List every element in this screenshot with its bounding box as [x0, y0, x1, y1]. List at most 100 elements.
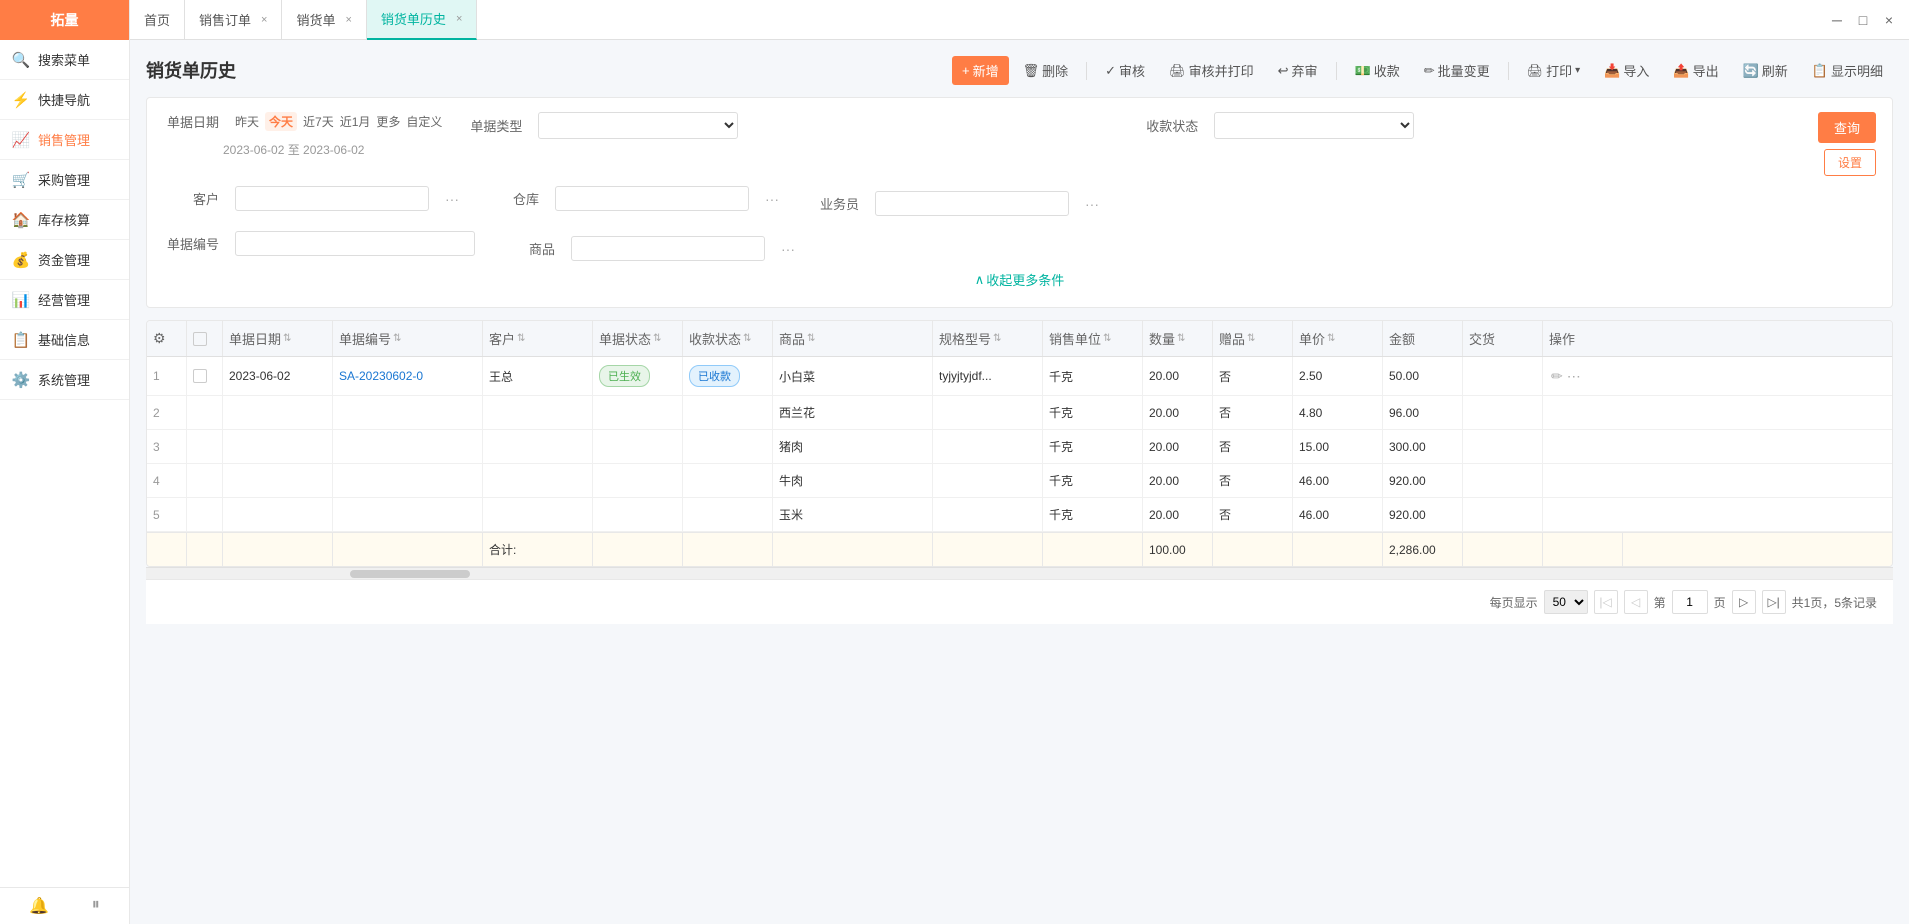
goods-dots[interactable]: ···: [781, 241, 795, 257]
print-button[interactable]: 🖨 打印 ▾: [1517, 56, 1591, 85]
tab-home[interactable]: 首页: [130, 0, 185, 40]
salesperson-input[interactable]: [875, 191, 1069, 216]
td-sales-unit-5: 千克: [1043, 498, 1143, 531]
sidebar-footer-icon-left[interactable]: 🔔: [29, 896, 49, 916]
sort-sales-unit-icon[interactable]: ⇅: [1103, 333, 1111, 344]
th-checkbox[interactable]: [187, 321, 223, 356]
th-customer[interactable]: 客户 ⇅: [483, 321, 593, 356]
collapse-button[interactable]: ∧ 收起更多条件: [975, 270, 1065, 289]
sidebar-item-finance[interactable]: 💰 资金管理: [0, 240, 129, 280]
date-custom[interactable]: 自定义: [406, 113, 442, 130]
first-page-button[interactable]: |◁: [1594, 590, 1618, 614]
close-button[interactable]: ×: [1877, 8, 1901, 32]
audit-print-button[interactable]: 🖨 审核并打印: [1159, 56, 1264, 85]
sidebar-item-search-menu[interactable]: 🔍 搜索菜单: [0, 40, 129, 80]
date-today[interactable]: 今天: [265, 112, 297, 131]
th-doc-date[interactable]: 单据日期 ⇅: [223, 321, 333, 356]
td-checkbox-3[interactable]: [187, 430, 223, 463]
filter-settings-button[interactable]: 设置: [1824, 149, 1876, 176]
th-spec[interactable]: 规格型号 ⇅: [933, 321, 1043, 356]
sidebar-item-quick-nav[interactable]: ⚡ 快捷导航: [0, 80, 129, 120]
customer-input[interactable]: [235, 186, 429, 211]
tab-sales-delivery-close[interactable]: ×: [345, 14, 351, 26]
batch-change-button[interactable]: ✏ 批量变更: [1414, 56, 1500, 85]
td-checkbox-5[interactable]: [187, 498, 223, 531]
tab-sales-order[interactable]: 销售订单 ×: [185, 0, 282, 40]
date-1month[interactable]: 近1月: [340, 113, 371, 130]
sidebar-item-purchase-mgmt[interactable]: 🛒 采购管理: [0, 160, 129, 200]
maximize-button[interactable]: □: [1851, 8, 1875, 32]
td-gift-3: 否: [1213, 430, 1293, 463]
abandon-button[interactable]: ↩ 弃审: [1268, 56, 1328, 85]
sidebar-footer-icon-right[interactable]: ⏸: [92, 896, 100, 916]
sort-customer-icon[interactable]: ⇅: [517, 333, 525, 344]
td-doc-number-1[interactable]: SA-20230602-0: [333, 357, 483, 395]
add-button[interactable]: + 新增: [952, 56, 1009, 85]
per-page-select[interactable]: 50: [1544, 590, 1588, 614]
row-num-2: 2: [153, 406, 160, 420]
th-sales-unit[interactable]: 销售单位 ⇅: [1043, 321, 1143, 356]
sort-payment-status-icon[interactable]: ⇅: [743, 333, 751, 344]
doc-type-select[interactable]: [538, 112, 738, 139]
tab-sales-delivery[interactable]: 销货单 ×: [282, 0, 366, 40]
horizontal-scrollbar[interactable]: [146, 567, 1893, 579]
td-checkbox-1[interactable]: [187, 357, 223, 395]
sidebar-item-inventory[interactable]: 🏠 库存核算: [0, 200, 129, 240]
td-checkbox-4[interactable]: [187, 464, 223, 497]
row-checkbox-1[interactable]: [193, 369, 207, 383]
sort-doc-status-icon[interactable]: ⇅: [653, 333, 661, 344]
th-payment-status[interactable]: 收款状态 ⇅: [683, 321, 773, 356]
page-number-input[interactable]: [1672, 590, 1708, 614]
export-button[interactable]: 📤 导出: [1663, 56, 1728, 85]
collect-button[interactable]: 💵 收款: [1345, 56, 1410, 85]
doc-number-input[interactable]: [235, 231, 475, 256]
th-unit-price[interactable]: 单价 ⇅: [1293, 321, 1383, 356]
sort-unit-price-icon[interactable]: ⇅: [1327, 333, 1335, 344]
more-action-1[interactable]: ⋯: [1567, 368, 1581, 385]
sidebar-item-system[interactable]: ⚙️ 系统管理: [0, 360, 129, 400]
sort-doc-number-icon[interactable]: ⇅: [393, 333, 401, 344]
td-checkbox-2[interactable]: [187, 396, 223, 429]
tab-sales-order-close[interactable]: ×: [261, 14, 267, 26]
th-doc-status[interactable]: 单据状态 ⇅: [593, 321, 683, 356]
scroll-thumb[interactable]: [350, 570, 470, 578]
minimize-button[interactable]: ─: [1825, 8, 1849, 32]
last-page-button[interactable]: ▷|: [1762, 590, 1786, 614]
sort-goods-icon[interactable]: ⇅: [807, 333, 815, 344]
sort-spec-icon[interactable]: ⇅: [993, 333, 1001, 344]
th-gift[interactable]: 赠品 ⇅: [1213, 321, 1293, 356]
th-doc-number[interactable]: 单据编号 ⇅: [333, 321, 483, 356]
th-settings[interactable]: ⚙: [147, 321, 187, 356]
th-amount[interactable]: 金额: [1383, 321, 1463, 356]
date-more[interactable]: 更多: [376, 113, 400, 130]
sort-doc-date-icon[interactable]: ⇅: [283, 333, 291, 344]
sidebar-item-operations[interactable]: 📊 经营管理: [0, 280, 129, 320]
th-quantity[interactable]: 数量 ⇅: [1143, 321, 1213, 356]
th-goods[interactable]: 商品 ⇅: [773, 321, 933, 356]
prev-page-button[interactable]: ◁: [1624, 590, 1648, 614]
date-yesterday[interactable]: 昨天: [235, 113, 259, 130]
import-button[interactable]: 📥 导入: [1594, 56, 1659, 85]
date-7days[interactable]: 近7天: [303, 113, 334, 130]
customer-dots[interactable]: ···: [445, 191, 459, 207]
next-page-button[interactable]: ▷: [1732, 590, 1756, 614]
sort-quantity-icon[interactable]: ⇅: [1177, 333, 1185, 344]
audit-button[interactable]: ✓ 审核: [1095, 56, 1155, 85]
edit-action-1[interactable]: ✏: [1551, 368, 1563, 385]
tab-sales-history-close[interactable]: ×: [456, 13, 462, 25]
warehouse-dots[interactable]: ···: [765, 191, 779, 207]
sort-gift-icon[interactable]: ⇅: [1247, 333, 1255, 344]
show-detail-button[interactable]: 📋 显示明细: [1802, 56, 1893, 85]
goods-input[interactable]: [571, 236, 765, 261]
sidebar-item-basic-info[interactable]: 📋 基础信息: [0, 320, 129, 360]
delete-button[interactable]: 🗑 删除: [1013, 56, 1079, 85]
query-button[interactable]: 查询: [1818, 112, 1876, 143]
select-all-checkbox[interactable]: [193, 332, 207, 346]
salesperson-dots[interactable]: ···: [1085, 196, 1099, 212]
table-settings-icon[interactable]: ⚙: [153, 330, 166, 347]
tab-sales-history[interactable]: 销货单历史 ×: [367, 0, 477, 40]
payment-status-select[interactable]: [1214, 112, 1414, 139]
sidebar-item-sales-mgmt[interactable]: 📈 销售管理: [0, 120, 129, 160]
warehouse-input[interactable]: [555, 186, 749, 211]
refresh-button[interactable]: 🔄 刷新: [1733, 56, 1798, 85]
